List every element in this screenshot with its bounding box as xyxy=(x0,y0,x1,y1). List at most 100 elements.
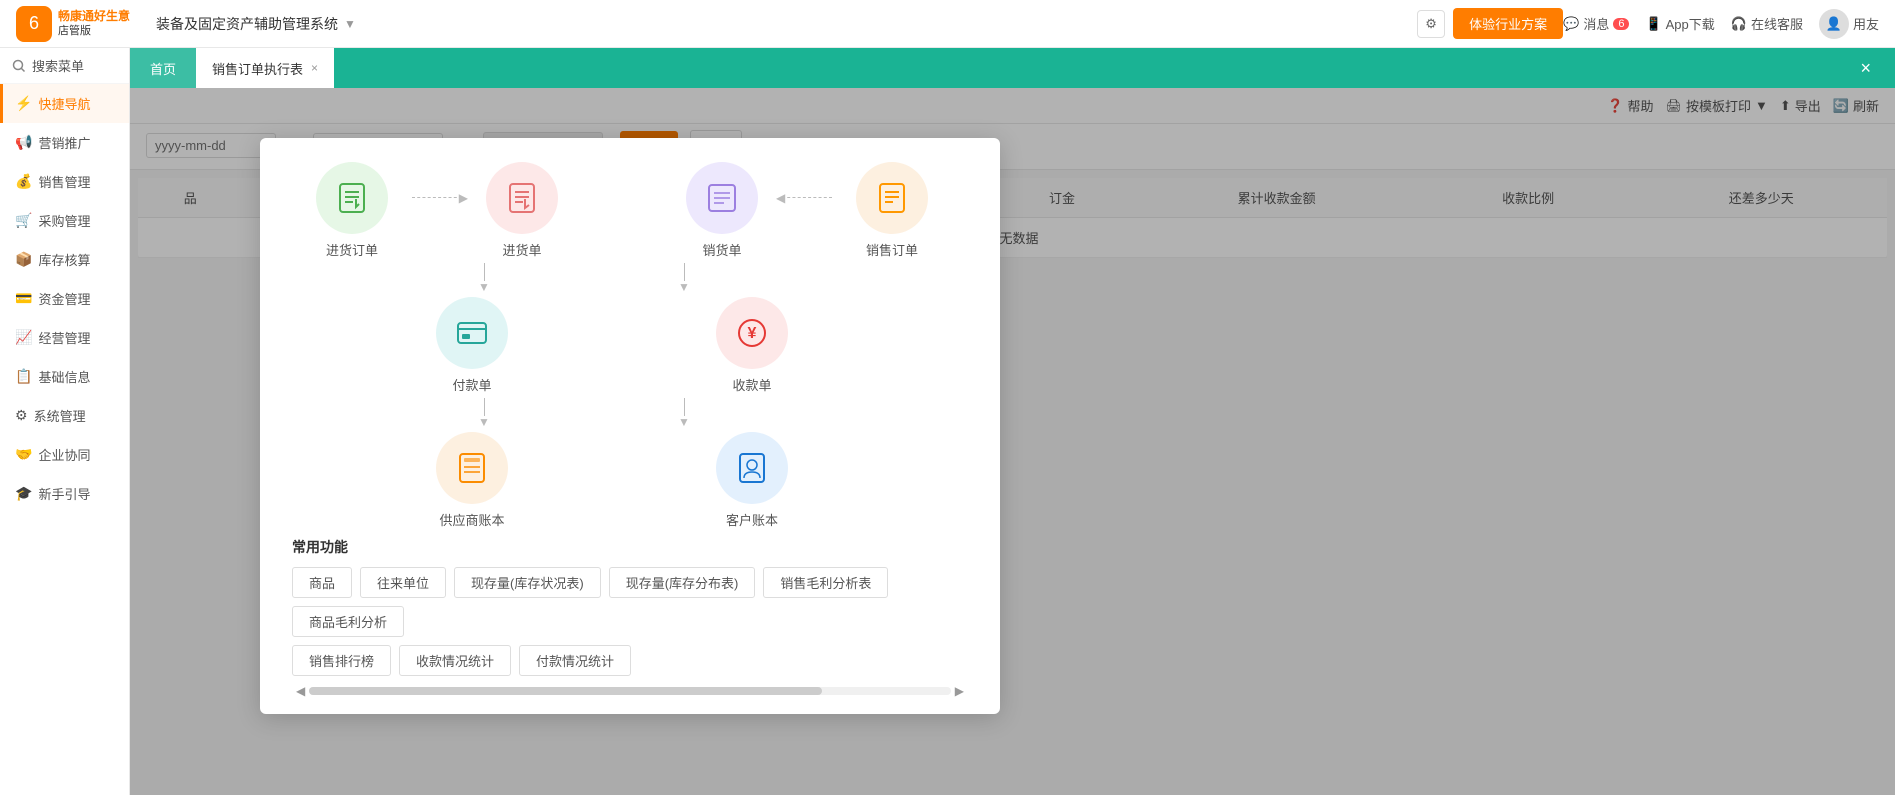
quick-nav-modal: 进货订单 ▶ 进货单 xyxy=(260,138,1000,714)
supplier-ledger-icon xyxy=(436,432,508,504)
logo-text: 畅康通好生意 店管版 xyxy=(58,9,130,39)
system-icon: ⚙ xyxy=(15,407,28,424)
purchase-icon: 🛒 xyxy=(15,212,32,229)
sidebar-item-finance[interactable]: 💳 资金管理 xyxy=(0,279,129,318)
sales-bill-label: 销货单 xyxy=(702,240,741,259)
vertical-arrows-row-2: ▼ ▼ xyxy=(292,398,968,428)
app-download-btn[interactable]: 📱 App下载 xyxy=(1645,14,1714,33)
flow-node-payment[interactable]: 付款单 xyxy=(412,297,532,394)
arrow-purchase-to-bill: ▶ xyxy=(412,197,462,224)
sidebar-label-corp: 企业协同 xyxy=(38,445,90,464)
quick-nav-icon: ⚡ xyxy=(15,95,32,112)
tab-home[interactable]: 首页 xyxy=(130,48,196,88)
tab-bar: 首页 销售订单执行表 × × xyxy=(130,48,1895,88)
sidebar-label-quick-nav: 快捷导航 xyxy=(38,94,90,113)
sidebar-label-newbie: 新手引导 xyxy=(38,484,90,503)
modal-scrollbar: ◀ ▶ xyxy=(292,684,968,698)
flow-node-customer-ledger[interactable]: 客户账本 xyxy=(692,432,812,529)
flow-node-sales-bill[interactable]: 销货单 xyxy=(662,162,782,259)
experience-btn[interactable]: 体验行业方案 xyxy=(1453,8,1563,39)
common-functions: 常用功能 商品往来单位现存量(库存状况表)现存量(库存分布表)销售毛利分析表商品… xyxy=(292,537,968,676)
top-right-area: 💬 消息 6 📱 App下载 🎧 在线客服 👤 用友 xyxy=(1563,9,1879,39)
sidebar-label-base-info: 基础信息 xyxy=(38,367,90,386)
flow-bottom-row: 供应商账本 客户账本 xyxy=(292,432,968,529)
newbie-icon: 🎓 xyxy=(15,485,32,502)
base-info-icon: 📋 xyxy=(15,368,32,385)
service-icon: 🎧 xyxy=(1731,16,1747,32)
scrollbar-thumb xyxy=(309,687,822,695)
flow-top-row: 进货订单 ▶ 进货单 xyxy=(292,162,968,259)
payment-label: 付款单 xyxy=(452,375,491,394)
func-btn-3[interactable]: 现存量(库存分布表) xyxy=(609,567,756,598)
operation-icon: 📈 xyxy=(15,329,32,346)
finance-icon: 💳 xyxy=(15,290,32,307)
flow-node-receipt[interactable]: ¥ 收款单 xyxy=(692,297,812,394)
receipt-icon: ¥ xyxy=(716,297,788,369)
func-btn-0[interactable]: 商品 xyxy=(292,567,352,598)
purchase-order-icon xyxy=(316,162,388,234)
sidebar-item-operation[interactable]: 📈 经营管理 xyxy=(0,318,129,357)
search-menu-btn[interactable]: 搜索菜单 xyxy=(0,48,129,84)
flow-node-supplier-ledger[interactable]: 供应商账本 xyxy=(412,432,532,529)
sidebar-item-corp[interactable]: 🤝企业协同 xyxy=(0,435,129,474)
purchase-bill-label: 进货单 xyxy=(502,240,541,259)
sidebar-item-base-info[interactable]: 📋 基础信息 xyxy=(0,357,129,396)
message-icon: 💬 xyxy=(1563,16,1579,32)
func-btn-1[interactable]: 往来单位 xyxy=(360,567,446,598)
tab-close-btn[interactable]: × xyxy=(311,61,318,75)
sidebar-label-system: 系统管理 xyxy=(34,406,86,425)
func-buttons-row2: 销售排行榜收款情况统计付款情况统计 xyxy=(292,645,968,676)
sidebar-nav: ⚡ 快捷导航 📢 营销推广 💰销售管理 🛒 采购管理 📦库存核算 💳 资金管理 📈 经营管理 📋 基础信息… xyxy=(0,84,129,513)
supplier-ledger-label: 供应商账本 xyxy=(439,510,504,529)
scroll-right-btn[interactable]: ▶ xyxy=(951,684,968,698)
flow-node-purchase-bill[interactable]: 进货单 xyxy=(462,162,582,259)
sales-order-icon xyxy=(856,162,928,234)
sidebar-item-system[interactable]: ⚙ 系统管理 xyxy=(0,396,129,435)
message-btn[interactable]: 💬 消息 6 xyxy=(1563,14,1629,33)
func-btn-7[interactable]: 收款情况统计 xyxy=(399,645,511,676)
purchase-order-label: 进货订单 xyxy=(326,240,378,259)
app-container: 6 畅康通好生意 店管版 装备及固定资产辅助管理系统 ▼ ⚙ 体验行业方案 💬 … xyxy=(0,0,1895,795)
marketing-icon: 📢 xyxy=(15,134,32,151)
sidebar-label-finance: 资金管理 xyxy=(38,289,90,308)
receipt-label: 收款单 xyxy=(732,375,771,394)
sidebar-label-purchase: 采购管理 xyxy=(38,211,90,230)
user-menu[interactable]: 👤 用友 xyxy=(1819,9,1879,39)
content-area: 首页 销售订单执行表 × × ❓ 帮助 xyxy=(130,48,1895,795)
sales-bill-icon xyxy=(686,162,758,234)
tab-sales-order[interactable]: 销售订单执行表 × xyxy=(196,48,334,88)
func-btn-2[interactable]: 现存量(库存状况表) xyxy=(454,567,601,598)
customer-ledger-label: 客户账本 xyxy=(726,510,778,529)
scrollbar-track[interactable] xyxy=(309,687,951,695)
func-btn-6[interactable]: 销售排行榜 xyxy=(292,645,391,676)
sidebar-item-inventory[interactable]: 📦库存核算 xyxy=(0,240,129,279)
func-btn-5[interactable]: 商品毛利分析 xyxy=(292,606,404,637)
sidebar-item-purchase[interactable]: 🛒 采购管理 xyxy=(0,201,129,240)
customer-ledger-icon xyxy=(716,432,788,504)
gear-button[interactable]: ⚙ xyxy=(1417,10,1445,38)
flow-node-sales-order[interactable]: 销售订单 xyxy=(832,162,952,259)
sidebar-label-operation: 经营管理 xyxy=(38,328,90,347)
main-area: 搜索菜单 ⚡ 快捷导航 📢 营销推广 💰销售管理 🛒 采购管理 📦库存核算 💳 资金管理 📈 经营管理… xyxy=(0,48,1895,795)
download-icon: 📱 xyxy=(1645,16,1661,32)
logo-area: 6 畅康通好生意 店管版 xyxy=(16,6,146,42)
func-btn-4[interactable]: 销售毛利分析表 xyxy=(763,567,888,598)
sidebar-item-quick-nav[interactable]: ⚡ 快捷导航 xyxy=(0,84,129,123)
avatar: 👤 xyxy=(1819,9,1849,39)
sales-order-label: 销售订单 xyxy=(866,240,918,259)
sidebar-item-newbie[interactable]: 🎓 新手引导 xyxy=(0,474,129,513)
window-close-btn[interactable]: × xyxy=(1852,58,1879,78)
purchase-bill-icon xyxy=(486,162,558,234)
flow-node-purchase-order[interactable]: 进货订单 xyxy=(292,162,412,259)
sidebar-item-marketing[interactable]: 📢 营销推广 xyxy=(0,123,129,162)
logo-icon: 6 xyxy=(16,6,52,42)
sidebar-label-marketing: 营销推广 xyxy=(38,133,90,152)
func-btn-8[interactable]: 付款情况统计 xyxy=(519,645,631,676)
tab-bar-right: × xyxy=(1852,58,1879,79)
online-service-btn[interactable]: 🎧 在线客服 xyxy=(1731,14,1803,33)
sidebar-item-sales[interactable]: 💰销售管理 xyxy=(0,162,129,201)
system-name: 装备及固定资产辅助管理系统 ▼ xyxy=(156,14,1409,34)
system-dropdown-icon[interactable]: ▼ xyxy=(344,17,356,31)
sidebar: 搜索菜单 ⚡ 快捷导航 📢 营销推广 💰销售管理 🛒 采购管理 📦库存核算 💳 资金管理 📈 经营管理… xyxy=(0,48,130,795)
scroll-left-btn[interactable]: ◀ xyxy=(292,684,309,698)
